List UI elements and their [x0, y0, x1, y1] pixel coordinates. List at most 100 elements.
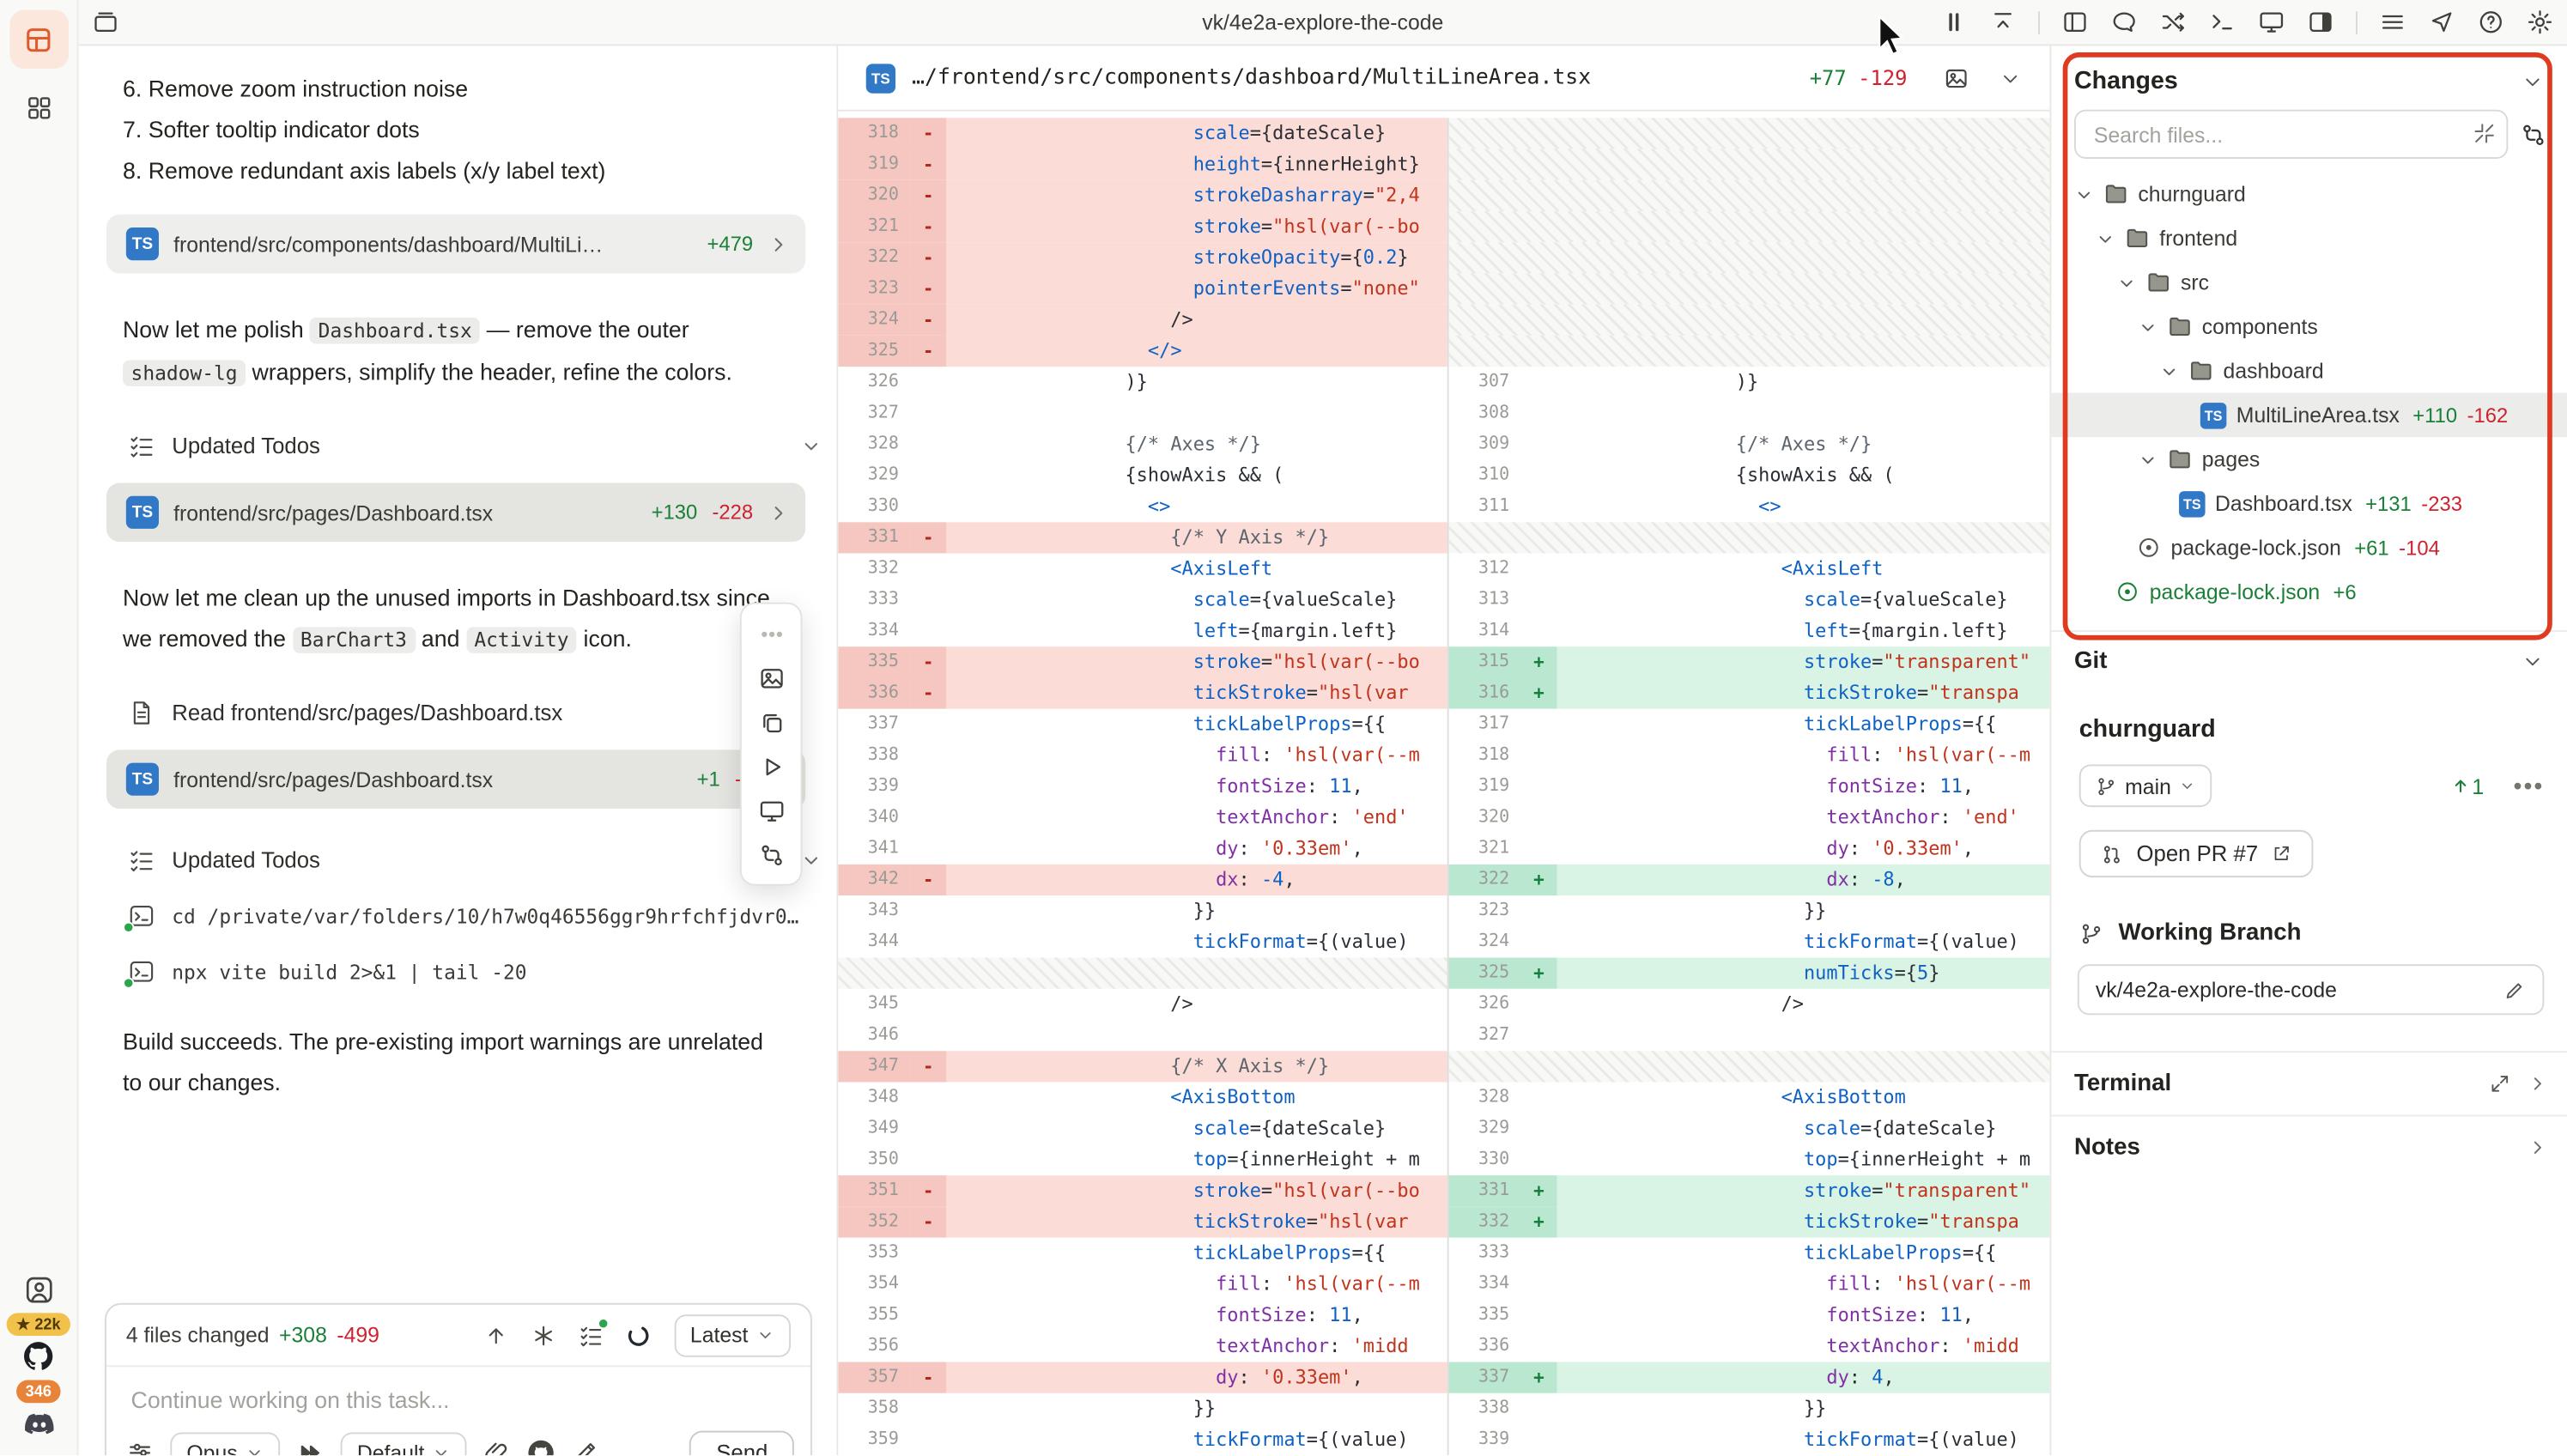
file-chip[interactable]: TSfrontend/src/pages/Dashboard.tsx+1-5 [106, 749, 805, 809]
search-files-input[interactable] [2074, 110, 2508, 159]
commits-ahead[interactable]: 1 [2451, 774, 2485, 798]
diff-row[interactable]: 351- stroke="hsl(var(--bo331+ stroke="tr… [838, 1175, 2049, 1206]
edit-pencil-icon[interactable] [2503, 978, 2527, 1001]
tree-row[interactable]: pages [2051, 437, 2567, 481]
terminal-command-row[interactable]: npx vite build 2>&1 | tail -20 [128, 958, 822, 986]
git-header[interactable]: Git [2051, 632, 2567, 689]
play-icon[interactable] [753, 748, 789, 784]
expand-icon[interactable] [2488, 1072, 2511, 1095]
tab-stack-icon[interactable] [92, 9, 119, 36]
diff-row[interactable]: 322- strokeOpacity={0.2} [838, 242, 2049, 273]
diff-row[interactable]: 334 left={margin.left}314 left={margin.l… [838, 616, 2049, 646]
diff-row[interactable]: 333 scale={valueScale}313 scale={valueSc… [838, 585, 2049, 616]
diff-row[interactable]: 339 fontSize: 11,319 fontSize: 11, [838, 771, 2049, 802]
notes-section[interactable]: Notes [2051, 1115, 2567, 1179]
github-icon[interactable] [528, 1439, 555, 1456]
git-compare-icon[interactable] [753, 836, 789, 872]
share-icon[interactable] [2428, 9, 2455, 36]
read-file-row[interactable]: Read frontend/src/pages/Dashboard.tsx [128, 699, 822, 726]
tree-row[interactable]: TSMultiLineArea.tsx+110-162 [2051, 393, 2567, 437]
diff-row[interactable]: 356 textAnchor: 'midd336 textAnchor: 'mi… [838, 1331, 2049, 1362]
tree-row[interactable]: package-lock.json+61-104 [2051, 525, 2567, 569]
account-icon[interactable] [22, 1274, 55, 1307]
menu-icon[interactable] [2379, 9, 2406, 36]
model-dropdown[interactable]: Opus [170, 1432, 280, 1456]
diff-row[interactable]: 325- </> [838, 336, 2049, 367]
diff-row[interactable]: 324- /> [838, 305, 2049, 336]
changes-header[interactable]: Changes [2051, 46, 2567, 109]
todos-status-icon[interactable] [577, 1322, 604, 1349]
collapse-all-icon[interactable] [2472, 121, 2497, 146]
pen-icon[interactable] [572, 1439, 599, 1456]
diff-row[interactable]: 320- strokeDasharray="2,4 [838, 180, 2049, 211]
updated-todos-row[interactable]: Updated Todos [128, 432, 822, 459]
grid-view-button[interactable] [9, 79, 68, 138]
diff-row[interactable]: 318- scale={dateScale} [838, 118, 2049, 149]
diff-row[interactable]: 338 fill: 'hsl(var(--m318 fill: 'hsl(var… [838, 740, 2049, 771]
diff-row[interactable]: 329 {showAxis && (310 {showAxis && ( [838, 460, 2049, 491]
diff-row[interactable]: 335- stroke="hsl(var(--bo315+ stroke="tr… [838, 646, 2049, 677]
chevron-right-icon[interactable] [2528, 1138, 2547, 1157]
diff-row[interactable]: 337 tickLabelProps={{317 tickLabelProps=… [838, 709, 2049, 740]
diff-row[interactable]: 353 tickLabelProps={{333 tickLabelProps=… [838, 1238, 2049, 1269]
tree-row[interactable]: components [2051, 305, 2567, 349]
diff-row[interactable]: 357- dy: '0.33em',337+ dy: 4, [838, 1362, 2049, 1393]
chat-bubble-icon[interactable] [2110, 9, 2138, 36]
more-options-icon[interactable]: ••• [2514, 772, 2545, 799]
monitor-icon[interactable] [753, 792, 789, 828]
diff-row[interactable]: 330 <>311 <> [838, 491, 2049, 522]
diff-row[interactable]: 354 fill: 'hsl(var(--m334 fill: 'hsl(var… [838, 1269, 2049, 1300]
version-dropdown[interactable]: Latest [674, 1313, 791, 1356]
diff-row[interactable]: 321- stroke="hsl(var(--bo [838, 211, 2049, 242]
tree-row[interactable]: dashboard [2051, 349, 2567, 392]
image-icon[interactable] [753, 659, 789, 695]
diff-row[interactable]: 340 textAnchor: 'end'320 textAnchor: 'en… [838, 802, 2049, 833]
chevron-down-icon[interactable] [2521, 70, 2545, 93]
diff-row[interactable]: 347- {/* X Axis */} [838, 1051, 2049, 1082]
left-panel-icon[interactable] [2061, 9, 2089, 36]
diff-row[interactable]: 344 tickFormat={(value)324 tickFormat={(… [838, 926, 2049, 957]
diff-row[interactable]: 328 {/* Axes */}309 {/* Axes */} [838, 429, 2049, 460]
collapse-up-icon[interactable] [1989, 9, 2017, 36]
discord-icon[interactable] [21, 1407, 57, 1443]
diff-row[interactable]: 342- dx: -4,322+ dx: -8, [838, 864, 2049, 895]
chat-input[interactable] [128, 1385, 789, 1414]
right-panel-icon[interactable] [2307, 9, 2334, 36]
terminal-command-row[interactable]: cd /private/var/folders/10/h7w0q46556ggr… [128, 902, 822, 930]
diff-row[interactable]: 352- tickStroke="hsl(var332+ tickStroke=… [838, 1206, 2049, 1237]
diff-row[interactable]: 355 fontSize: 11,335 fontSize: 11, [838, 1300, 2049, 1331]
terminal-section[interactable]: Terminal [2051, 1051, 2567, 1114]
diff-row[interactable]: 331- {/* Y Axis */} [838, 522, 2049, 553]
copy-icon[interactable] [753, 704, 789, 740]
diff-row[interactable]: 325+ numTicks={5} [838, 958, 2049, 989]
terminal-icon[interactable] [2208, 9, 2236, 36]
tree-row[interactable]: churnguard [2051, 172, 2567, 215]
monitor-icon[interactable] [2258, 9, 2285, 36]
diff-row[interactable]: 345 />326 /> [838, 989, 2049, 1020]
drag-handle-icon[interactable] [753, 616, 789, 652]
diff-row[interactable]: 336- tickStroke="hsl(var316+ tickStroke=… [838, 677, 2049, 708]
chevron-right-icon[interactable] [2528, 1074, 2547, 1094]
chevron-down-icon[interactable] [2521, 650, 2545, 673]
diff-row[interactable]: 323- pointerEvents="none" [838, 273, 2049, 304]
send-button[interactable]: Send [690, 1431, 794, 1456]
diff-row[interactable]: 346327 [838, 1020, 2049, 1051]
diff-row[interactable]: 348 <AxisBottom328 <AxisBottom [838, 1082, 2049, 1113]
fast-forward-icon[interactable] [296, 1439, 324, 1456]
arrow-up-icon[interactable] [482, 1322, 509, 1349]
diff-row[interactable]: 327308 [838, 397, 2049, 428]
pause-icon[interactable] [1940, 9, 1968, 36]
diff-row[interactable]: 358 }}338 }} [838, 1393, 2049, 1424]
help-icon[interactable] [2477, 9, 2504, 36]
diff-row[interactable]: 349 scale={dateScale}329 scale={dateScal… [838, 1113, 2049, 1144]
diff-row[interactable]: 319- height={innerHeight} [838, 149, 2049, 180]
diff-row[interactable]: 332 <AxisLeft312 <AxisLeft [838, 554, 2049, 585]
tree-row[interactable]: src [2051, 260, 2567, 304]
sliders-icon[interactable] [126, 1439, 154, 1456]
github-icon[interactable] [21, 1340, 56, 1374]
diff-row[interactable]: 326 )}307 )} [838, 367, 2049, 397]
attachment-icon[interactable] [483, 1439, 511, 1456]
file-chip[interactable]: TSfrontend/src/components/dashboard/Mult… [106, 215, 805, 274]
tree-row[interactable]: TSDashboard.tsx+131-233 [2051, 482, 2567, 525]
diff-row[interactable]: 350 top={innerHeight + m330 top={innerHe… [838, 1144, 2049, 1175]
